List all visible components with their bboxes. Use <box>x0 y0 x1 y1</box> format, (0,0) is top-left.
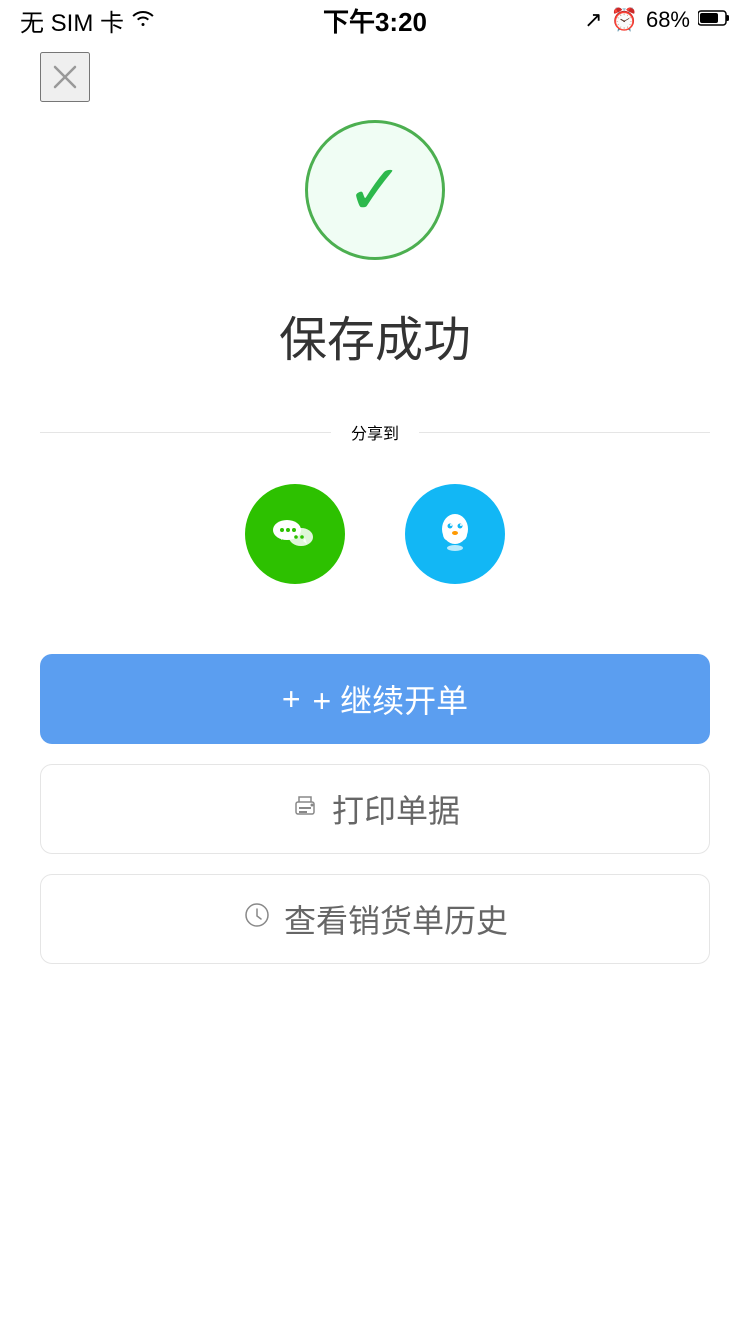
share-icons <box>40 484 710 584</box>
sim-text: 无 SIM 卡 <box>20 3 124 38</box>
action-buttons: + + 继续开单 打印单据 查看销货单历史 <box>0 654 750 964</box>
history-label: 查看销货单历史 <box>284 896 508 942</box>
continue-button[interactable]: + + 继续开单 <box>40 654 710 744</box>
share-section: 分享到 <box>0 420 750 584</box>
status-left: 无 SIM 卡 <box>20 3 154 38</box>
print-label: 打印单据 <box>332 786 460 832</box>
print-button[interactable]: 打印单据 <box>40 764 710 854</box>
close-button[interactable] <box>40 52 90 102</box>
location-icon: ↗ <box>584 7 602 33</box>
battery-text: 68% <box>646 7 690 33</box>
share-label: 分享到 <box>351 420 399 444</box>
qq-share-button[interactable] <box>405 484 505 584</box>
success-title: 保存成功 <box>279 300 471 370</box>
status-bar: 无 SIM 卡 下午3:20 ↗ ⏰ 68% <box>0 0 750 40</box>
main-content: ✓ 保存成功 分享到 <box>0 40 750 964</box>
status-time: 下午3:20 <box>323 2 427 39</box>
share-divider: 分享到 <box>40 420 710 444</box>
plus-icon: + <box>282 681 301 718</box>
wechat-share-button[interactable] <box>245 484 345 584</box>
battery-icon <box>698 7 730 33</box>
alarm-icon: ⏰ <box>611 7 638 33</box>
success-icon-circle: ✓ <box>305 120 445 260</box>
checkmark-icon: ✓ <box>346 155 405 225</box>
printer-icon <box>290 790 320 828</box>
status-right: ↗ ⏰ 68% <box>584 7 730 33</box>
history-button[interactable]: 查看销货单历史 <box>40 874 710 964</box>
history-icon <box>242 900 272 938</box>
wifi-icon <box>132 6 154 34</box>
continue-label: + 继续开单 <box>313 676 469 722</box>
